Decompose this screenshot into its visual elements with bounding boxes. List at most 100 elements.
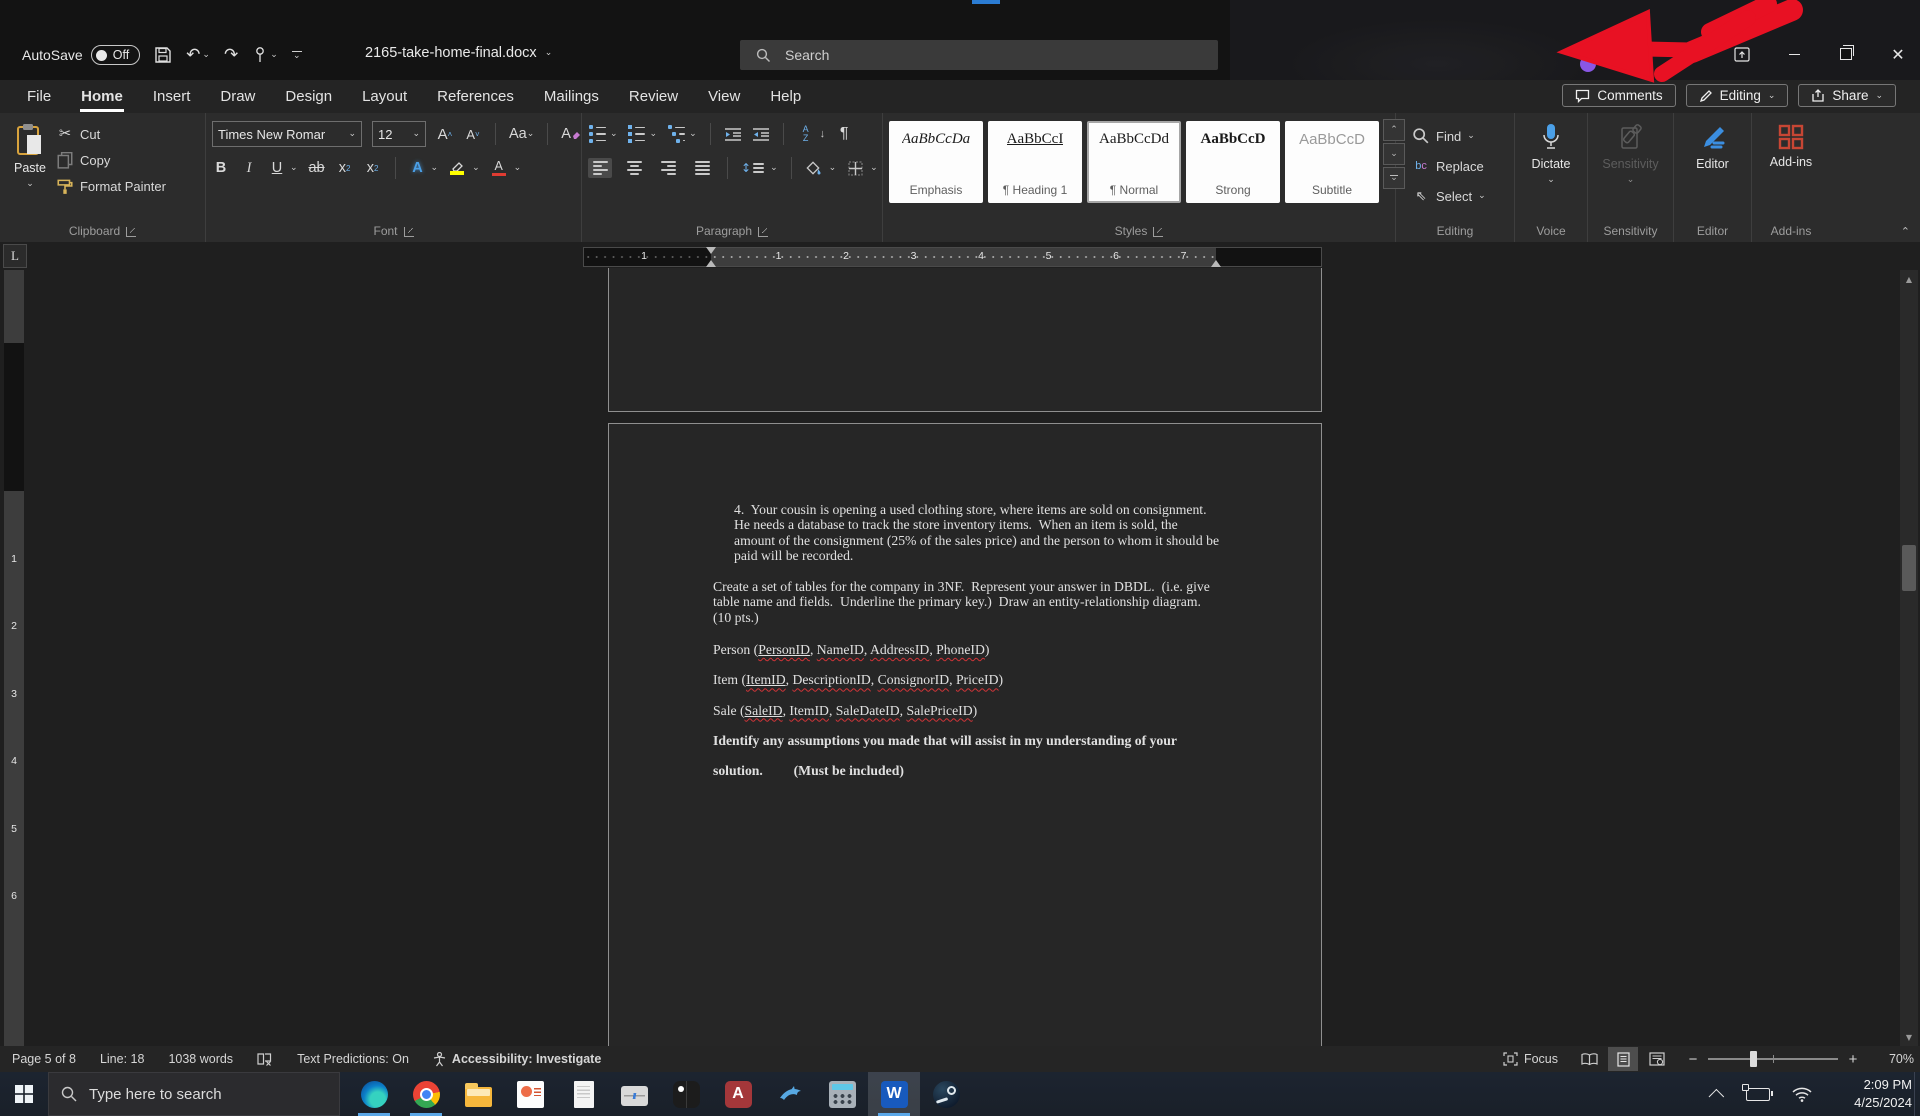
select-button[interactable]: ⇖ Select ⌄	[1410, 183, 1488, 209]
underline-button[interactable]: U	[268, 158, 286, 178]
taskbar-app-access[interactable]: A	[712, 1072, 764, 1116]
web-layout-button[interactable]	[1642, 1047, 1672, 1071]
document-text[interactable]: 4. Your cousin is opening a used clothin…	[713, 502, 1220, 794]
line-indicator[interactable]: Line: 18	[88, 1052, 156, 1066]
autosave-toggle[interactable]: AutoSave Off	[22, 45, 140, 65]
grow-font-button[interactable]: A˄	[436, 124, 454, 144]
cut-button[interactable]: ✂ Cut	[54, 121, 168, 147]
touch-mouse-mode-button[interactable]: ⌄	[252, 46, 278, 64]
task-search-box[interactable]: Type here to search	[48, 1072, 340, 1116]
tab-file[interactable]: File	[14, 83, 64, 110]
align-center-button[interactable]	[622, 158, 646, 178]
battery-icon[interactable]	[1746, 1088, 1770, 1101]
tab-mailings[interactable]: Mailings	[531, 83, 612, 110]
replace-button[interactable]: bc Replace	[1410, 153, 1488, 179]
tab-insert[interactable]: Insert	[140, 83, 204, 110]
tab-review[interactable]: Review	[616, 83, 691, 110]
change-case-button[interactable]: Aa⌄	[509, 124, 534, 144]
ribbon-display-options-button[interactable]	[1728, 42, 1756, 66]
paste-button[interactable]: Paste ⌄	[6, 119, 54, 193]
italic-button[interactable]: I	[240, 158, 258, 178]
restore-button[interactable]	[1832, 42, 1860, 66]
subscript-button[interactable]: x2	[336, 158, 354, 178]
editor-button[interactable]: Editor	[1688, 119, 1737, 175]
taskbar-app-nintendo-switch[interactable]	[660, 1072, 712, 1116]
shading-button[interactable]	[805, 158, 823, 178]
tab-references[interactable]: References	[424, 83, 527, 110]
tab-draw[interactable]: Draw	[207, 83, 268, 110]
share-button[interactable]: Share ⌄	[1798, 84, 1896, 107]
clock[interactable]: 2:09 PM 4/25/2024	[1834, 1076, 1912, 1111]
right-indent-marker[interactable]	[1211, 260, 1221, 267]
show-hide-paragraph-button[interactable]: ¶	[835, 124, 853, 144]
align-left-button[interactable]	[588, 158, 612, 178]
show-desktop-button[interactable]	[1914, 1072, 1920, 1116]
font-size-combobox[interactable]: 12 ⌄	[372, 121, 426, 147]
zoom-out-button[interactable]: −	[1686, 1051, 1700, 1068]
tab-help[interactable]: Help	[757, 83, 814, 110]
taskbar-app-edge[interactable]	[348, 1072, 400, 1116]
style-strong[interactable]: AaBbCcDStrong	[1186, 121, 1280, 203]
tray-chevron-icon[interactable]	[1709, 1088, 1725, 1104]
taskbar-app-dolphin[interactable]	[764, 1072, 816, 1116]
font-name-combobox[interactable]: Times New Romar ⌄	[212, 121, 362, 147]
focus-mode-button[interactable]: Focus	[1491, 1052, 1570, 1066]
sort-button[interactable]: AZ	[797, 124, 815, 144]
text-effects-button[interactable]: A	[409, 158, 427, 178]
justify-button[interactable]	[690, 158, 714, 178]
tab-home[interactable]: Home	[68, 83, 136, 110]
scrollbar-thumb[interactable]	[1902, 545, 1916, 591]
dialog-launcher-icon[interactable]	[126, 227, 136, 237]
page-current[interactable]: 4. Your cousin is opening a used clothin…	[608, 423, 1322, 1047]
undo-button[interactable]: ↶⌄	[186, 47, 210, 64]
page-indicator[interactable]: Page 5 of 8	[0, 1052, 88, 1066]
dialog-launcher-icon[interactable]	[758, 227, 768, 237]
numbering-button[interactable]	[628, 124, 646, 144]
taskbar-app-powerpoint[interactable]	[504, 1072, 556, 1116]
tab-design[interactable]: Design	[272, 83, 345, 110]
dialog-launcher-icon[interactable]	[1153, 227, 1163, 237]
taskbar-app-notepad[interactable]	[556, 1072, 608, 1116]
hanging-indent-marker[interactable]	[706, 260, 716, 267]
document-title[interactable]: 2165-take-home-final.docx ⌄	[365, 45, 552, 61]
find-button[interactable]: Find ⌄	[1410, 123, 1488, 149]
customize-quick-access-button[interactable]: ⌄	[292, 51, 302, 59]
taskbar-app-system-monitor[interactable]	[608, 1072, 660, 1116]
comments-button[interactable]: Comments	[1562, 84, 1675, 107]
taskbar-app-file-explorer[interactable]	[452, 1072, 504, 1116]
style-emphasis[interactable]: AaBbCcDaEmphasis	[889, 121, 983, 203]
close-button[interactable]: ✕	[1884, 42, 1912, 66]
page-previous[interactable]	[608, 268, 1322, 412]
vertical-ruler[interactable]: 123456	[4, 270, 24, 1046]
align-right-button[interactable]	[656, 158, 680, 178]
addins-button[interactable]: Add-ins	[1762, 119, 1820, 173]
shrink-font-button[interactable]: A˅	[464, 124, 482, 144]
dictate-button[interactable]: Dictate ⌄	[1524, 119, 1579, 189]
format-painter-button[interactable]: Format Painter	[54, 173, 168, 199]
scroll-up-arrow[interactable]: ▲	[1900, 270, 1918, 288]
bullets-button[interactable]	[588, 124, 606, 144]
start-button[interactable]	[0, 1072, 48, 1116]
superscript-button[interactable]: x2	[364, 158, 382, 178]
avatar[interactable]	[1580, 56, 1596, 72]
zoom-level[interactable]: 70%	[1868, 1052, 1914, 1066]
taskbar-app-calculator[interactable]	[816, 1072, 868, 1116]
style-subtitle[interactable]: AaBbCcDSubtitle	[1285, 121, 1379, 203]
dialog-launcher-icon[interactable]	[404, 227, 414, 237]
accessibility-status[interactable]: Accessibility: Investigate	[421, 1052, 613, 1067]
decrease-indent-button[interactable]	[724, 124, 742, 144]
vertical-scrollbar[interactable]: ▲ ▼	[1900, 270, 1918, 1046]
clear-formatting-button[interactable]: A	[561, 124, 581, 144]
borders-button[interactable]	[846, 158, 864, 178]
horizontal-ruler[interactable]: 1 1234567	[583, 247, 1322, 267]
zoom-in-button[interactable]: +	[1846, 1051, 1860, 1068]
taskbar-app-word[interactable]: W	[868, 1072, 920, 1116]
multilevel-list-button[interactable]	[667, 124, 685, 144]
strikethrough-button[interactable]: ab	[308, 158, 326, 178]
collapse-ribbon-button[interactable]: ⌃	[1901, 225, 1910, 238]
zoom-slider-handle[interactable]	[1750, 1051, 1757, 1067]
highlight-color-button[interactable]	[448, 158, 466, 178]
minimize-button[interactable]	[1780, 42, 1808, 66]
font-color-button[interactable]: A	[490, 158, 508, 178]
wifi-icon[interactable]	[1792, 1087, 1812, 1102]
